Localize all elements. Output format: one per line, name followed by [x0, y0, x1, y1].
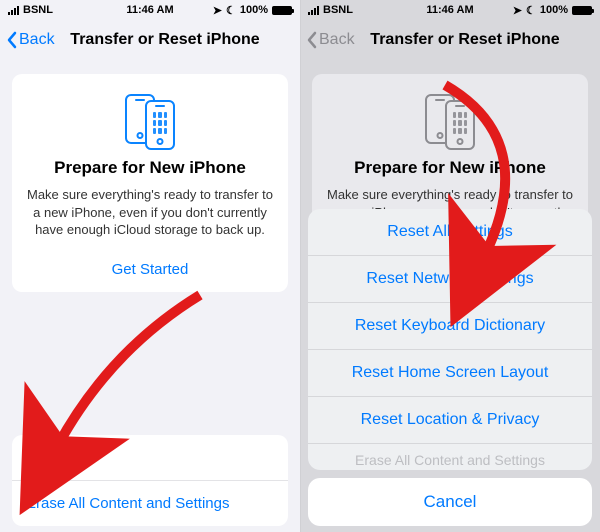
two-iphones-icon — [115, 92, 185, 152]
reset-network-settings[interactable]: Reset Network Settings — [308, 255, 592, 302]
moon-icon: ☾ — [526, 4, 536, 17]
reset-action-sheet: Reset All Settings Reset Network Setting… — [308, 209, 592, 526]
options-list: Reset Erase All Content and Settings — [12, 435, 288, 526]
prepare-card: Prepare for New iPhone Make sure everyth… — [12, 74, 288, 292]
back-label: Back — [319, 31, 355, 49]
reset-location-privacy[interactable]: Reset Location & Privacy — [308, 396, 592, 443]
battery-pct: 100% — [240, 4, 268, 16]
erase-all-row[interactable]: Erase All Content and Settings — [12, 480, 288, 526]
battery-icon — [572, 6, 592, 15]
reset-keyboard-dictionary[interactable]: Reset Keyboard Dictionary — [308, 302, 592, 349]
card-heading: Prepare for New iPhone — [326, 158, 574, 178]
carrier-label: BSNL — [23, 4, 53, 16]
get-started-button[interactable]: Get Started — [26, 261, 274, 278]
screenshot-right: BSNL 11:46 AM ➤ ☾ 100% Back Transfer or … — [300, 0, 600, 532]
nav-bar: Back Transfer or Reset iPhone — [300, 20, 600, 60]
status-bar: BSNL 11:46 AM ➤ ☾ 100% — [300, 0, 600, 20]
chevron-left-icon — [6, 31, 17, 49]
nav-bar: Back Transfer or Reset iPhone — [0, 20, 300, 60]
carrier-label: BSNL — [323, 4, 353, 16]
card-body: Make sure everything's ready to transfer… — [26, 186, 274, 239]
back-button[interactable]: Back — [6, 31, 55, 49]
cancel-button[interactable]: Cancel — [308, 478, 592, 526]
screenshot-left: BSNL 11:46 AM ➤ ☾ 100% Back Transfer or … — [0, 0, 300, 532]
erase-all-partial: Erase All Content and Settings — [308, 443, 592, 470]
chevron-left-icon — [306, 31, 317, 49]
back-label: Back — [19, 31, 55, 49]
reset-row[interactable]: Reset — [12, 435, 288, 480]
location-icon: ➤ — [213, 4, 222, 17]
signal-icon — [308, 6, 319, 15]
battery-icon — [272, 6, 292, 15]
moon-icon: ☾ — [226, 4, 236, 17]
reset-all-settings[interactable]: Reset All Settings — [308, 209, 592, 255]
signal-icon — [8, 6, 19, 15]
two-iphones-icon — [415, 92, 485, 152]
location-icon: ➤ — [513, 4, 522, 17]
back-button-dimmed: Back — [306, 31, 355, 49]
reset-home-screen-layout[interactable]: Reset Home Screen Layout — [308, 349, 592, 396]
battery-pct: 100% — [540, 4, 568, 16]
card-heading: Prepare for New iPhone — [26, 158, 274, 178]
status-bar: BSNL 11:46 AM ➤ ☾ 100% — [0, 0, 300, 20]
